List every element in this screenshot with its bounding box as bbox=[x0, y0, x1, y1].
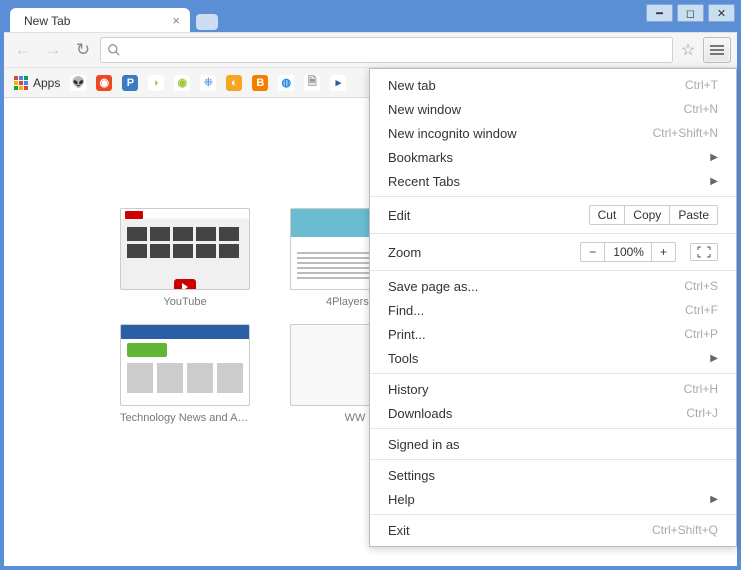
menu-zoom-row: Zoom − 100% + bbox=[370, 237, 736, 267]
menu-separator bbox=[370, 514, 736, 515]
chrome-menu-button[interactable] bbox=[703, 37, 731, 63]
menu-help[interactable]: Help▶ bbox=[370, 487, 736, 511]
menu-history[interactable]: HistoryCtrl+H bbox=[370, 377, 736, 401]
browser-tab[interactable]: New Tab × bbox=[10, 8, 190, 33]
back-button[interactable]: ← bbox=[10, 37, 36, 63]
close-window-button[interactable]: ✕ bbox=[708, 4, 735, 22]
menu-separator bbox=[370, 428, 736, 429]
bookmark-icon-reddit[interactable]: 👽 bbox=[70, 75, 86, 91]
chrome-menu: New tabCtrl+T New windowCtrl+N New incog… bbox=[369, 68, 737, 547]
chevron-right-icon: ▶ bbox=[710, 176, 718, 187]
menu-separator bbox=[370, 373, 736, 374]
new-tab-button[interactable] bbox=[196, 14, 218, 30]
bookmark-icon-android1[interactable]: ◗ bbox=[148, 75, 164, 91]
thumbnail-label: YouTube bbox=[120, 296, 250, 308]
menu-settings[interactable]: Settings bbox=[370, 463, 736, 487]
thumbnail-label: Technology News and An... bbox=[120, 412, 250, 424]
fullscreen-button[interactable] bbox=[690, 243, 718, 261]
cut-button[interactable]: Cut bbox=[589, 205, 626, 225]
menu-tools[interactable]: Tools▶ bbox=[370, 346, 736, 370]
bookmark-icon-dots[interactable]: ⁜ bbox=[200, 75, 216, 91]
zoom-out-button[interactable]: − bbox=[580, 242, 605, 262]
chevron-right-icon: ▶ bbox=[710, 353, 718, 364]
bookmark-icon-water[interactable]: ◍ bbox=[278, 75, 294, 91]
menu-edit-row: Edit Cut Copy Paste bbox=[370, 200, 736, 230]
menu-recent-tabs[interactable]: Recent Tabs▶ bbox=[370, 169, 736, 193]
bookmark-icon-more[interactable]: ▸ bbox=[330, 75, 346, 91]
menu-separator bbox=[370, 270, 736, 271]
tab-title: New Tab bbox=[24, 14, 70, 28]
menu-separator bbox=[370, 233, 736, 234]
zoom-value: 100% bbox=[605, 242, 652, 262]
menu-save-page[interactable]: Save page as...Ctrl+S bbox=[370, 274, 736, 298]
menu-signed-in[interactable]: Signed in as bbox=[370, 432, 736, 456]
menu-new-window[interactable]: New windowCtrl+N bbox=[370, 97, 736, 121]
tab-strip: New Tab × bbox=[10, 8, 218, 33]
omnibox[interactable] bbox=[100, 37, 673, 63]
play-icon bbox=[174, 279, 196, 290]
edit-button-group: Cut Copy Paste bbox=[589, 205, 718, 225]
paste-button[interactable]: Paste bbox=[669, 205, 718, 225]
window-controls: ━ ◻ ✕ bbox=[646, 4, 735, 22]
menu-separator bbox=[370, 196, 736, 197]
thumbnail-preview bbox=[120, 208, 250, 290]
copy-button[interactable]: Copy bbox=[624, 205, 670, 225]
menu-bookmarks[interactable]: Bookmarks▶ bbox=[370, 145, 736, 169]
toolbar: ← → ↻ ☆ bbox=[4, 32, 737, 68]
thumbnail-tile[interactable]: YouTube bbox=[110, 208, 260, 308]
bookmark-star-icon[interactable]: ☆ bbox=[677, 39, 699, 61]
zoom-in-button[interactable]: + bbox=[651, 242, 676, 262]
chevron-right-icon: ▶ bbox=[710, 494, 718, 505]
menu-exit[interactable]: ExitCtrl+Shift+Q bbox=[370, 518, 736, 542]
bookmark-icon-pandora[interactable]: P bbox=[122, 75, 138, 91]
bookmark-icon-doc[interactable]: 🗎 bbox=[304, 75, 320, 91]
bookmark-icon-android2[interactable]: ◉ bbox=[174, 75, 190, 91]
menu-new-tab[interactable]: New tabCtrl+T bbox=[370, 73, 736, 97]
menu-downloads[interactable]: DownloadsCtrl+J bbox=[370, 401, 736, 425]
bookmark-icon-logo[interactable]: ◐ bbox=[226, 75, 242, 91]
close-tab-icon[interactable]: × bbox=[172, 13, 180, 28]
forward-button[interactable]: → bbox=[40, 37, 66, 63]
apps-label: Apps bbox=[33, 76, 60, 90]
thumbnail-tile[interactable]: Technology News and An... bbox=[110, 324, 260, 424]
fullscreen-icon bbox=[697, 246, 711, 258]
zoom-button-group: − 100% + bbox=[580, 242, 676, 262]
minimize-button[interactable]: ━ bbox=[646, 4, 673, 22]
search-icon bbox=[107, 43, 121, 57]
reload-button[interactable]: ↻ bbox=[70, 37, 96, 63]
menu-find[interactable]: Find...Ctrl+F bbox=[370, 298, 736, 322]
bookmark-icon-stumble[interactable]: ◉ bbox=[96, 75, 112, 91]
thumbnail-preview bbox=[120, 324, 250, 406]
menu-print[interactable]: Print...Ctrl+P bbox=[370, 322, 736, 346]
address-input[interactable] bbox=[127, 43, 666, 58]
bookmark-icon-blogger[interactable]: B bbox=[252, 75, 268, 91]
menu-separator bbox=[370, 459, 736, 460]
apps-shortcut[interactable]: Apps bbox=[14, 76, 60, 90]
menu-new-incognito[interactable]: New incognito windowCtrl+Shift+N bbox=[370, 121, 736, 145]
apps-grid-icon bbox=[14, 76, 28, 90]
maximize-button[interactable]: ◻ bbox=[677, 4, 704, 22]
chevron-right-icon: ▶ bbox=[710, 152, 718, 163]
